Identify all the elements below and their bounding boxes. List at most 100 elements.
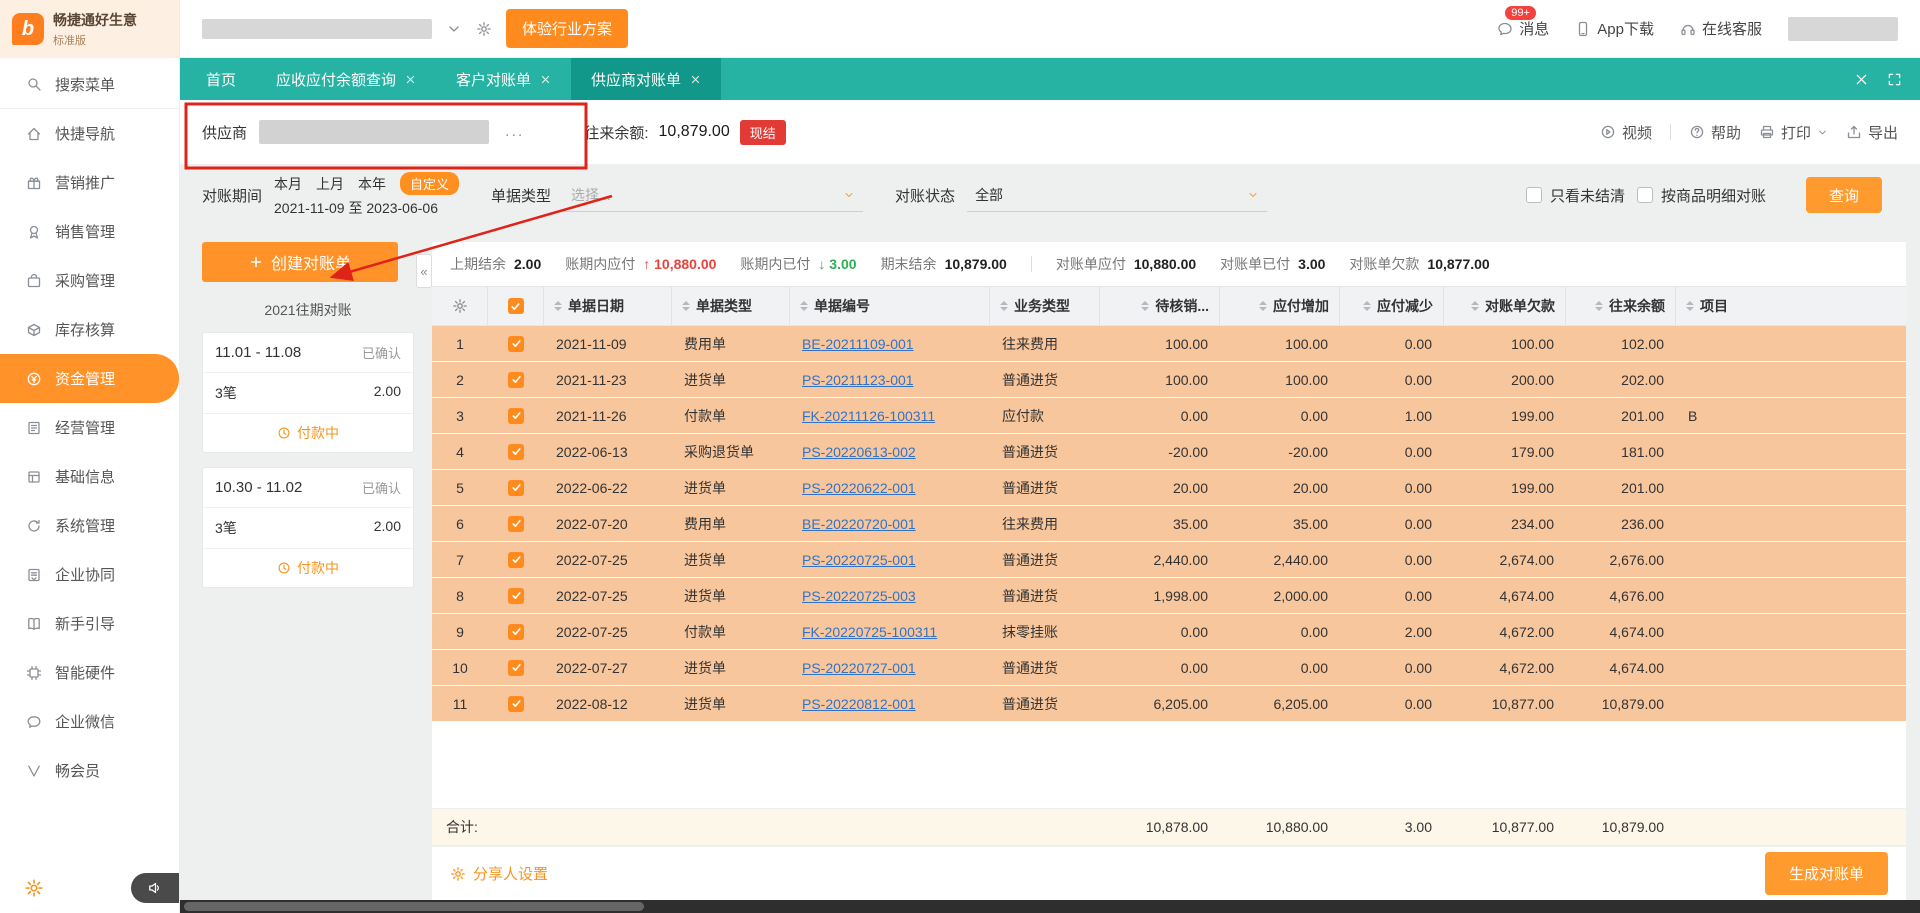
- sidebar-item-hardware[interactable]: 智能硬件: [0, 648, 179, 697]
- row-checkbox[interactable]: [488, 686, 544, 721]
- column-header-project[interactable]: 项目: [1676, 287, 1906, 325]
- doc-type-select[interactable]: 选择...: [563, 178, 864, 212]
- column-header-pending[interactable]: 待核销...: [1100, 287, 1220, 325]
- table-row[interactable]: 1 2021-11-09 费用单 BE-20211109-001 往来费用 100.00 1…: [432, 326, 1906, 362]
- tab-close-icon[interactable]: [405, 74, 416, 85]
- row-checkbox[interactable]: [488, 542, 544, 577]
- row-checkbox[interactable]: [488, 398, 544, 433]
- redacted-supplier-value[interactable]: [259, 120, 490, 144]
- app-download-button[interactable]: App下载: [1575, 18, 1654, 39]
- experience-plan-button[interactable]: 体验行业方案: [506, 9, 629, 48]
- doc-number-link[interactable]: PS-20211123-001: [802, 372, 914, 388]
- date-range[interactable]: 2021-11-09 至 2023-06-06: [274, 198, 459, 218]
- tab-customer-statement[interactable]: 客户对账单: [436, 58, 571, 100]
- row-checkbox-box[interactable]: [508, 587, 524, 604]
- sidebar-item-member[interactable]: 畅会员: [0, 746, 179, 795]
- table-row[interactable]: 11 2022-08-12 进货单 PS-20220812-001 普通进货 6,205.…: [432, 686, 1906, 722]
- sidebar-item-system[interactable]: 系统管理: [0, 501, 179, 550]
- doc-number-link[interactable]: PS-20220725-003: [802, 588, 916, 604]
- sidebar-item-funds[interactable]: 资金管理: [0, 354, 179, 403]
- sidebar-item-guide[interactable]: 新手引导: [0, 599, 179, 648]
- column-header-doc_no[interactable]: 单据编号: [790, 287, 990, 325]
- row-checkbox[interactable]: [488, 578, 544, 613]
- generate-statement-button[interactable]: 生成对账单: [1764, 852, 1888, 895]
- settings-gear-icon[interactable]: [24, 878, 44, 898]
- doc-number-link[interactable]: PS-20220727-001: [802, 660, 916, 676]
- row-checkbox-box[interactable]: [508, 479, 524, 496]
- doc-number-link[interactable]: BE-20211109-001: [802, 336, 914, 352]
- online-service-button[interactable]: 在线客服: [1680, 18, 1762, 39]
- doc-number-link[interactable]: FK-20220725-100311: [802, 624, 937, 640]
- row-checkbox-box[interactable]: [508, 623, 524, 640]
- doc-number-link[interactable]: PS-20220613-002: [802, 444, 916, 460]
- row-checkbox-box[interactable]: [508, 659, 524, 676]
- column-header-pay_decrease[interactable]: 应付减少: [1340, 287, 1444, 325]
- row-checkbox-box[interactable]: [508, 407, 524, 424]
- audio-assistant-button[interactable]: [131, 873, 179, 903]
- row-checkbox[interactable]: [488, 614, 544, 649]
- close-tabs-icon[interactable]: [1854, 72, 1869, 87]
- status-select[interactable]: 全部: [967, 178, 1268, 212]
- redacted-account-select[interactable]: [202, 18, 432, 39]
- select-all-checkbox[interactable]: [488, 287, 544, 325]
- checkbox-box[interactable]: [1525, 187, 1542, 203]
- period-option-0[interactable]: 本月: [274, 174, 302, 194]
- doc-number-link[interactable]: PS-20220812-001: [802, 696, 916, 712]
- statement-card[interactable]: 10.30 - 11.02 已确认 3笔 2.00 付款中: [202, 467, 414, 588]
- table-row[interactable]: 8 2022-07-25 进货单 PS-20220725-003 普通进货 1,998.0…: [432, 578, 1906, 614]
- checkbox-unsettled-only[interactable]: 只看未结清: [1525, 185, 1625, 206]
- table-row[interactable]: 4 2022-06-13 采购退货单 PS-20220613-002 普通进货 -20.0…: [432, 434, 1906, 470]
- video-button[interactable]: 视频: [1600, 122, 1652, 143]
- redacted-user-account[interactable]: [1788, 16, 1898, 41]
- period-option-1[interactable]: 上月: [316, 174, 344, 194]
- column-header-balance[interactable]: 往来余额: [1566, 287, 1676, 325]
- table-row[interactable]: 2 2021-11-23 进货单 PS-20211123-001 普通进货 100.00 1…: [432, 362, 1906, 398]
- horizontal-scrollbar[interactable]: [180, 900, 1920, 913]
- row-checkbox-box[interactable]: [508, 371, 524, 388]
- column-header-statement_debt[interactable]: 对账单欠款: [1444, 287, 1566, 325]
- period-custom-button[interactable]: 自定义: [400, 172, 460, 195]
- column-header-doc_type[interactable]: 单据类型: [672, 287, 790, 325]
- row-checkbox-box[interactable]: [508, 335, 524, 352]
- create-statement-button[interactable]: 创建对账单: [202, 242, 398, 282]
- tab-close-icon[interactable]: [540, 74, 551, 85]
- fullscreen-icon[interactable]: [1887, 72, 1902, 87]
- column-header-biz_type[interactable]: 业务类型: [990, 287, 1100, 325]
- sidebar-item-collaboration[interactable]: 企业协同: [0, 550, 179, 599]
- table-row[interactable]: 5 2022-06-22 进货单 PS-20220622-001 普通进货 20.00 20…: [432, 470, 1906, 506]
- sidebar-item-inventory[interactable]: 库存核算: [0, 305, 179, 354]
- sidebar-item-quick-nav[interactable]: 快捷导航: [0, 109, 179, 158]
- doc-number-link[interactable]: BE-20220720-001: [802, 516, 916, 532]
- row-checkbox-box[interactable]: [508, 443, 524, 460]
- column-header-pay_increase[interactable]: 应付增加: [1220, 287, 1340, 325]
- sidebar-item-search-menu[interactable]: 搜索菜单: [0, 60, 179, 109]
- table-row[interactable]: 3 2021-11-26 付款单 FK-20211126-100311 应付款 0.00 0…: [432, 398, 1906, 434]
- tab-close-icon[interactable]: [690, 74, 701, 85]
- help-button[interactable]: 帮助: [1689, 122, 1741, 143]
- select-all-checkbox-box[interactable]: [507, 298, 524, 314]
- sidebar-item-sales[interactable]: 销售管理: [0, 207, 179, 256]
- chevron-down-icon[interactable]: [1817, 127, 1828, 138]
- row-checkbox[interactable]: [488, 650, 544, 685]
- row-checkbox[interactable]: [488, 362, 544, 397]
- tab-home[interactable]: 首页: [186, 58, 256, 100]
- row-checkbox-box[interactable]: [508, 515, 524, 532]
- table-row[interactable]: 7 2022-07-25 进货单 PS-20220725-001 普通进货 2,440.0…: [432, 542, 1906, 578]
- table-row[interactable]: 6 2022-07-20 费用单 BE-20220720-001 往来费用 35.00 35…: [432, 506, 1906, 542]
- sidebar-item-base-info[interactable]: 基础信息: [0, 452, 179, 501]
- row-checkbox[interactable]: [488, 434, 544, 469]
- sidebar-item-wechat[interactable]: 企业微信: [0, 697, 179, 746]
- statement-card[interactable]: 11.01 - 11.08 已确认 3笔 2.00 付款中: [202, 332, 414, 453]
- checkbox-by-product-detail[interactable]: 按商品明细对账: [1636, 185, 1766, 206]
- column-header-date[interactable]: 单据日期: [544, 287, 672, 325]
- print-button[interactable]: 打印: [1759, 122, 1828, 143]
- table-row[interactable]: 10 2022-07-27 进货单 PS-20220727-001 普通进货 0.00 0.…: [432, 650, 1906, 686]
- tab-supplier-statement[interactable]: 供应商对账单: [571, 58, 722, 100]
- checkbox-box[interactable]: [1636, 187, 1653, 203]
- doc-number-link[interactable]: PS-20220725-001: [802, 552, 916, 568]
- doc-number-link[interactable]: FK-20211126-100311: [802, 408, 935, 424]
- scrollbar-thumb[interactable]: [184, 902, 644, 911]
- tab-receivable-payable-balance[interactable]: 应收应付余额查询: [256, 58, 436, 100]
- sidebar-item-purchase[interactable]: 采购管理: [0, 256, 179, 305]
- messages-button[interactable]: 99+ 消息: [1497, 6, 1549, 39]
